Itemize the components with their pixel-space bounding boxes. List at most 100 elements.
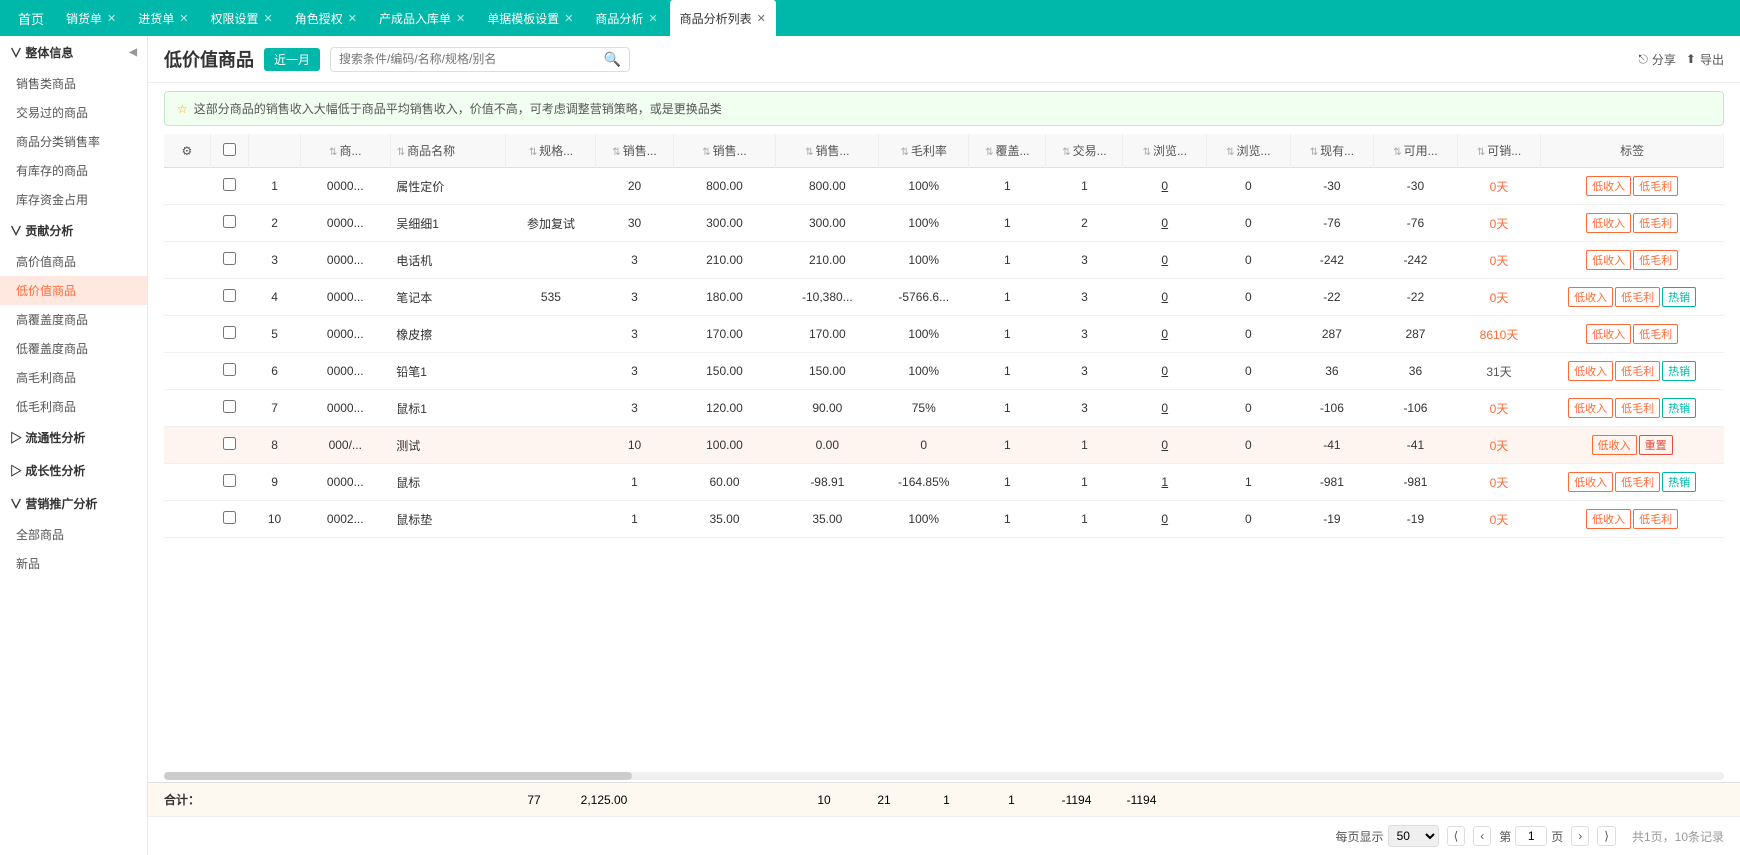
tag-badge[interactable]: 低毛利 bbox=[1633, 213, 1678, 233]
tag-badge[interactable]: 低毛利 bbox=[1633, 250, 1678, 270]
per-page-select[interactable]: 50 100 200 bbox=[1388, 825, 1439, 847]
browse1-link[interactable]: 0 bbox=[1161, 179, 1168, 193]
tag-badge[interactable]: 低收入 bbox=[1586, 509, 1631, 529]
tag-badge[interactable]: 低收入 bbox=[1592, 435, 1637, 455]
browse1-link[interactable]: 0 bbox=[1161, 401, 1168, 415]
sidebar-item-in-stock[interactable]: 有库存的商品 bbox=[0, 156, 147, 185]
filter-recent-month[interactable]: 近一月 bbox=[264, 48, 320, 71]
scrollbar-thumb[interactable] bbox=[164, 772, 632, 780]
col-check-all[interactable] bbox=[210, 134, 249, 168]
tag-badge[interactable]: 热销 bbox=[1662, 361, 1696, 381]
browse1-link[interactable]: 0 bbox=[1161, 290, 1168, 304]
nav-analysis[interactable]: 商品分析 ✕ bbox=[585, 0, 667, 36]
tag-badge[interactable]: 低毛利 bbox=[1615, 472, 1660, 492]
row-checkbox-cell[interactable] bbox=[210, 501, 249, 538]
nav-stock-in[interactable]: 产成品入库单 ✕ bbox=[369, 0, 475, 36]
close-icon[interactable]: ✕ bbox=[107, 12, 116, 25]
prev-page-btn[interactable]: ‹ bbox=[1473, 826, 1491, 846]
row-browse1[interactable]: 0 bbox=[1123, 316, 1207, 353]
sidebar-item-capital[interactable]: 库存资金占用 bbox=[0, 185, 147, 214]
col-stock[interactable]: 现有... bbox=[1290, 134, 1374, 168]
row-checkbox[interactable] bbox=[223, 178, 236, 191]
sidebar-item-traded[interactable]: 交易过的商品 bbox=[0, 98, 147, 127]
tag-badge[interactable]: 低毛利 bbox=[1615, 361, 1660, 381]
sidebar-item-sales-products[interactable]: 销售类商品 bbox=[0, 69, 147, 98]
close-icon[interactable]: ✕ bbox=[348, 12, 357, 25]
col-browse1[interactable]: 浏览... bbox=[1123, 134, 1207, 168]
nav-purchase[interactable]: 进货单 ✕ bbox=[128, 0, 198, 36]
row-checkbox-cell[interactable] bbox=[210, 353, 249, 390]
last-page-btn[interactable]: ⟩ bbox=[1597, 826, 1616, 846]
close-icon[interactable]: ✕ bbox=[564, 12, 573, 25]
tag-badge[interactable]: 热销 bbox=[1662, 472, 1696, 492]
row-browse1[interactable]: 0 bbox=[1123, 427, 1207, 464]
share-button[interactable]: ⎋ 分享 bbox=[1638, 51, 1676, 68]
nav-analysis-list[interactable]: 商品分析列表 ✕ bbox=[670, 0, 776, 36]
row-checkbox[interactable] bbox=[223, 289, 236, 302]
row-checkbox[interactable] bbox=[223, 400, 236, 413]
browse1-link[interactable]: 0 bbox=[1161, 327, 1168, 341]
sidebar-group-overall[interactable]: ∨ 整体信息 ◀ bbox=[0, 36, 147, 69]
col-trade[interactable]: 交易... bbox=[1046, 134, 1123, 168]
tag-badge[interactable]: 重置 bbox=[1639, 435, 1673, 455]
close-icon[interactable]: ✕ bbox=[264, 12, 273, 25]
tag-badge[interactable]: 热销 bbox=[1662, 398, 1696, 418]
select-all-checkbox[interactable] bbox=[223, 143, 236, 156]
sidebar-item-high-value[interactable]: 高价值商品 bbox=[0, 247, 147, 276]
tag-badge[interactable]: 低毛利 bbox=[1615, 398, 1660, 418]
horizontal-scrollbar[interactable] bbox=[164, 772, 1724, 780]
export-button[interactable]: ⬆ 导出 bbox=[1686, 51, 1724, 68]
browse1-link[interactable]: 0 bbox=[1161, 216, 1168, 230]
col-spec[interactable]: 规格... bbox=[506, 134, 596, 168]
sidebar-group-marketing[interactable]: ∨ 营销推广分析 bbox=[0, 487, 147, 520]
col-name[interactable]: 商品名称 bbox=[390, 134, 506, 168]
row-checkbox[interactable] bbox=[223, 437, 236, 450]
browse1-link[interactable]: 1 bbox=[1161, 475, 1168, 489]
tag-badge[interactable]: 低毛利 bbox=[1633, 324, 1678, 344]
nav-permission[interactable]: 权限设置 ✕ bbox=[200, 0, 282, 36]
first-page-btn[interactable]: ⟨ bbox=[1447, 826, 1466, 846]
col-browse2[interactable]: 浏览... bbox=[1207, 134, 1291, 168]
browse1-link[interactable]: 0 bbox=[1161, 253, 1168, 267]
col-gross-rate[interactable]: 毛利率 bbox=[879, 134, 969, 168]
search-icon[interactable]: 🔍 bbox=[604, 51, 621, 68]
col-sales-gross[interactable]: 销售... bbox=[776, 134, 879, 168]
col-avail[interactable]: 可用... bbox=[1374, 134, 1458, 168]
tag-badge[interactable]: 低收入 bbox=[1586, 250, 1631, 270]
sidebar-item-new-products[interactable]: 新品 bbox=[0, 549, 147, 578]
sidebar-group-contribution[interactable]: ∨ 贡献分析 bbox=[0, 214, 147, 247]
tag-badge[interactable]: 低毛利 bbox=[1633, 509, 1678, 529]
row-checkbox-cell[interactable] bbox=[210, 464, 249, 501]
page-number-input[interactable] bbox=[1515, 826, 1547, 846]
close-icon[interactable]: ✕ bbox=[648, 12, 657, 25]
row-checkbox[interactable] bbox=[223, 252, 236, 265]
row-checkbox-cell[interactable] bbox=[210, 168, 249, 205]
browse1-link[interactable]: 0 bbox=[1161, 364, 1168, 378]
row-checkbox[interactable] bbox=[223, 474, 236, 487]
col-sellable[interactable]: 可销... bbox=[1457, 134, 1541, 168]
nav-role[interactable]: 角色授权 ✕ bbox=[285, 0, 367, 36]
tag-badge[interactable]: 低毛利 bbox=[1615, 287, 1660, 307]
row-browse1[interactable]: 0 bbox=[1123, 242, 1207, 279]
tag-badge[interactable]: 低收入 bbox=[1568, 398, 1613, 418]
tag-badge[interactable]: 低收入 bbox=[1568, 361, 1613, 381]
row-checkbox[interactable] bbox=[223, 511, 236, 524]
browse1-link[interactable]: 0 bbox=[1161, 512, 1168, 526]
row-checkbox-cell[interactable] bbox=[210, 427, 249, 464]
sidebar-item-low-coverage[interactable]: 低覆盖度商品 bbox=[0, 334, 147, 363]
tag-badge[interactable]: 低毛利 bbox=[1633, 176, 1678, 196]
row-browse1[interactable]: 1 bbox=[1123, 464, 1207, 501]
tag-badge[interactable]: 低收入 bbox=[1586, 213, 1631, 233]
close-icon[interactable]: ✕ bbox=[179, 12, 188, 25]
col-setting[interactable]: ⚙ bbox=[164, 134, 210, 168]
tag-badge[interactable]: 热销 bbox=[1662, 287, 1696, 307]
sidebar-item-low-profit[interactable]: 低毛利商品 bbox=[0, 392, 147, 421]
tag-badge[interactable]: 低收入 bbox=[1586, 324, 1631, 344]
row-checkbox-cell[interactable] bbox=[210, 205, 249, 242]
sidebar-item-high-profit[interactable]: 高毛利商品 bbox=[0, 363, 147, 392]
col-cover[interactable]: 覆盖... bbox=[969, 134, 1046, 168]
next-page-btn[interactable]: › bbox=[1571, 826, 1589, 846]
tag-badge[interactable]: 低收入 bbox=[1568, 472, 1613, 492]
browse1-link[interactable]: 0 bbox=[1161, 438, 1168, 452]
row-browse1[interactable]: 0 bbox=[1123, 205, 1207, 242]
